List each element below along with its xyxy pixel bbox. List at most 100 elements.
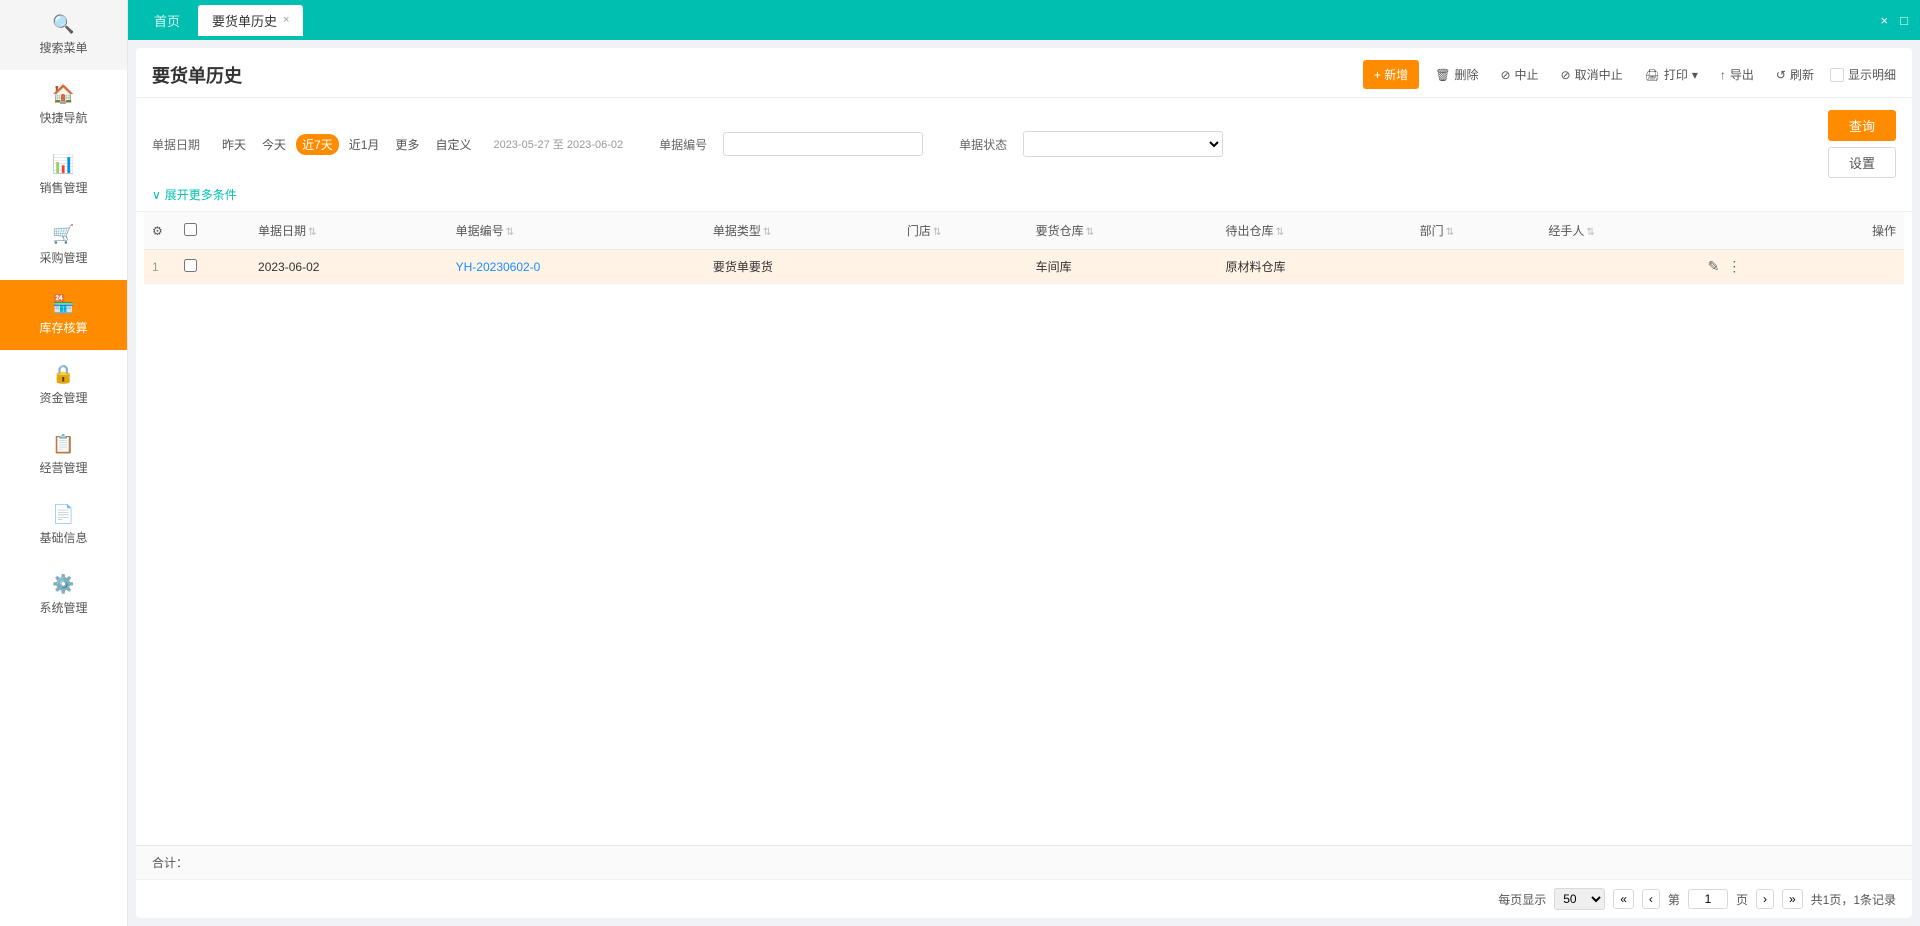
cell-doc-number[interactable]: YH-20230602-0 bbox=[448, 250, 705, 284]
th-doc-number[interactable]: 单据编号⇅ bbox=[448, 212, 705, 250]
show-detail-toggle[interactable]: 显示明细 bbox=[1830, 66, 1896, 83]
th-doc-type[interactable]: 单据类型⇅ bbox=[705, 212, 899, 250]
summary-label: 合计： bbox=[152, 854, 188, 871]
th-settings[interactable]: ⚙ bbox=[144, 212, 176, 250]
date-buttons: 昨天 今天 近7天 近1月 更多 自定义 bbox=[216, 134, 477, 155]
topbar-maximize-icon[interactable]: □ bbox=[1900, 13, 1908, 28]
th-pending-warehouse[interactable]: 待出仓库⇅ bbox=[1218, 212, 1412, 250]
sidebar: 🔍 搜索菜单 🏠 快捷导航 📊 销售管理 🛒 采购管理 🏪 库存核算 🔒 资金管… bbox=[0, 0, 128, 926]
toolbar: + 新增 🗑 删除 ⊘ 中止 ⊘ 取消中止 🖨 打印 ▾ bbox=[1363, 60, 1896, 89]
sidebar-item-basic-info[interactable]: 📄 基础信息 bbox=[0, 490, 127, 560]
edit-action-icon[interactable]: ✎ bbox=[1708, 258, 1720, 275]
date-range-display: 2023-05-27 至 2023-06-02 bbox=[493, 136, 623, 152]
sidebar-item-label: 搜索菜单 bbox=[39, 39, 87, 56]
status-select[interactable] bbox=[1023, 131, 1223, 157]
last-page-button[interactable]: » bbox=[1782, 889, 1803, 909]
sidebar-item-quick-nav[interactable]: 🏠 快捷导航 bbox=[0, 70, 127, 140]
th-department[interactable]: 部门⇅ bbox=[1412, 212, 1541, 250]
row-checkbox[interactable] bbox=[184, 259, 197, 272]
date-btn-7days[interactable]: 近7天 bbox=[296, 134, 339, 155]
date-btn-today[interactable]: 今天 bbox=[256, 134, 292, 155]
date-btn-yesterday[interactable]: 昨天 bbox=[216, 134, 252, 155]
sort-handler-icon: ⇅ bbox=[1586, 227, 1594, 238]
new-button[interactable]: + 新增 bbox=[1363, 60, 1419, 89]
tab-active-label: 要货单历史 bbox=[212, 11, 277, 30]
stop-button[interactable]: ⊘ 中止 bbox=[1494, 62, 1544, 87]
cell-doc-type: 要货单要货 bbox=[705, 250, 899, 284]
th-doc-date[interactable]: 单据日期⇅ bbox=[250, 212, 448, 250]
page-label: 第 bbox=[1668, 891, 1680, 908]
doc-number-input[interactable] bbox=[723, 132, 923, 156]
first-page-button[interactable]: « bbox=[1613, 889, 1634, 909]
delete-button[interactable]: 🗑 删除 bbox=[1429, 62, 1484, 87]
date-btn-1month[interactable]: 近1月 bbox=[343, 134, 386, 155]
sidebar-item-sales[interactable]: 📊 销售管理 bbox=[0, 140, 127, 210]
sidebar-item-finance[interactable]: 🔒 资金管理 bbox=[0, 350, 127, 420]
sidebar-item-label: 采购管理 bbox=[39, 249, 87, 266]
home-icon: 🏠 bbox=[52, 84, 74, 105]
table-row: 1 2023-06-02 YH-20230602-0 要货单要货 车间库 原材料… bbox=[144, 250, 1904, 284]
sidebar-item-system[interactable]: ⚙️ 系统管理 bbox=[0, 560, 127, 630]
select-all-checkbox[interactable] bbox=[184, 223, 197, 236]
expand-button[interactable]: ∨ 展开更多条件 bbox=[152, 186, 1896, 203]
topbar-right: × □ bbox=[1881, 13, 1908, 28]
cell-checkbox[interactable] bbox=[176, 250, 250, 284]
delete-label: 删除 bbox=[1454, 66, 1478, 83]
tab-home[interactable]: 首页 bbox=[140, 5, 194, 36]
total-info: 共1页，1条记录 bbox=[1811, 891, 1896, 908]
tab-close-icon[interactable]: × bbox=[283, 14, 289, 26]
sidebar-item-label: 销售管理 bbox=[39, 179, 87, 196]
filter-area: 单据日期 昨天 今天 近7天 近1月 更多 自定义 2023-05-27 至 2… bbox=[136, 98, 1912, 212]
page-number-input[interactable] bbox=[1688, 889, 1728, 909]
topbar: 首页 要货单历史 × × □ bbox=[128, 0, 1920, 40]
table-header: ⚙ 单据日期⇅ 单据编号⇅ 单据类型⇅ 门店⇅ bbox=[144, 212, 1904, 250]
prev-page-button[interactable]: ‹ bbox=[1642, 889, 1660, 909]
sort-department-icon: ⇅ bbox=[1446, 227, 1454, 238]
print-label: 打印 bbox=[1664, 66, 1688, 83]
page-size-select[interactable]: 50 100 bbox=[1554, 888, 1605, 910]
export-button[interactable]: ↑ 导出 bbox=[1714, 62, 1760, 87]
sidebar-item-search-menu[interactable]: 🔍 搜索菜单 bbox=[0, 0, 127, 70]
refresh-label: 刷新 bbox=[1790, 66, 1814, 83]
filter-actions: 查询 设置 bbox=[1828, 110, 1896, 178]
date-btn-custom[interactable]: 自定义 bbox=[429, 134, 477, 155]
cell-department bbox=[1412, 250, 1541, 284]
sidebar-item-label: 系统管理 bbox=[39, 599, 87, 616]
th-store[interactable]: 门店⇅ bbox=[899, 212, 1028, 250]
topbar-close-icon[interactable]: × bbox=[1881, 13, 1889, 28]
show-detail-label: 显示明细 bbox=[1848, 66, 1896, 83]
print-button[interactable]: 🖨 打印 ▾ bbox=[1639, 62, 1704, 87]
sidebar-item-label: 经营管理 bbox=[39, 459, 87, 476]
pagination: 每页显示 50 100 « ‹ 第 页 › » 共1页，1条记录 bbox=[136, 879, 1912, 918]
status-label: 单据状态 bbox=[959, 136, 1007, 153]
sidebar-item-label: 库存核算 bbox=[39, 319, 87, 336]
next-page-button[interactable]: › bbox=[1756, 889, 1774, 909]
expand-label: 展开更多条件 bbox=[165, 186, 237, 203]
cell-actions: ✎ ⋮ bbox=[1700, 250, 1904, 284]
query-button[interactable]: 查询 bbox=[1828, 110, 1896, 141]
th-handler[interactable]: 经手人⇅ bbox=[1540, 212, 1699, 250]
doc-number-link[interactable]: YH-20230602-0 bbox=[456, 260, 541, 274]
cancel-stop-button[interactable]: ⊘ 取消中止 bbox=[1555, 62, 1629, 87]
sidebar-item-inventory[interactable]: 🏪 库存核算 bbox=[0, 280, 127, 350]
show-detail-checkbox[interactable] bbox=[1830, 68, 1844, 82]
delete-icon: 🗑 bbox=[1435, 68, 1450, 82]
table-footer: 合计： bbox=[136, 845, 1912, 879]
clipboard-icon: 📋 bbox=[52, 434, 74, 455]
sidebar-item-purchase[interactable]: 🛒 采购管理 bbox=[0, 210, 127, 280]
page-separator: 页 bbox=[1736, 891, 1748, 908]
th-req-warehouse[interactable]: 要货仓库⇅ bbox=[1028, 212, 1218, 250]
date-btn-more[interactable]: 更多 bbox=[389, 134, 425, 155]
refresh-button[interactable]: ↺ 刷新 bbox=[1770, 62, 1820, 87]
expand-icon: ∨ bbox=[152, 188, 161, 202]
settings-button[interactable]: 设置 bbox=[1828, 147, 1896, 178]
table-area: ⚙ 单据日期⇅ 单据编号⇅ 单据类型⇅ 门店⇅ bbox=[136, 212, 1912, 845]
sidebar-item-operations[interactable]: 📋 经营管理 bbox=[0, 420, 127, 490]
more-action-icon[interactable]: ⋮ bbox=[1727, 258, 1741, 275]
sidebar-item-label: 快捷导航 bbox=[39, 109, 87, 126]
sidebar-item-label: 资金管理 bbox=[39, 389, 87, 406]
th-operation: 操作 bbox=[1700, 212, 1904, 250]
th-checkbox[interactable] bbox=[176, 212, 250, 250]
gear-icon: ⚙️ bbox=[52, 574, 74, 595]
tab-active[interactable]: 要货单历史 × bbox=[198, 5, 303, 36]
